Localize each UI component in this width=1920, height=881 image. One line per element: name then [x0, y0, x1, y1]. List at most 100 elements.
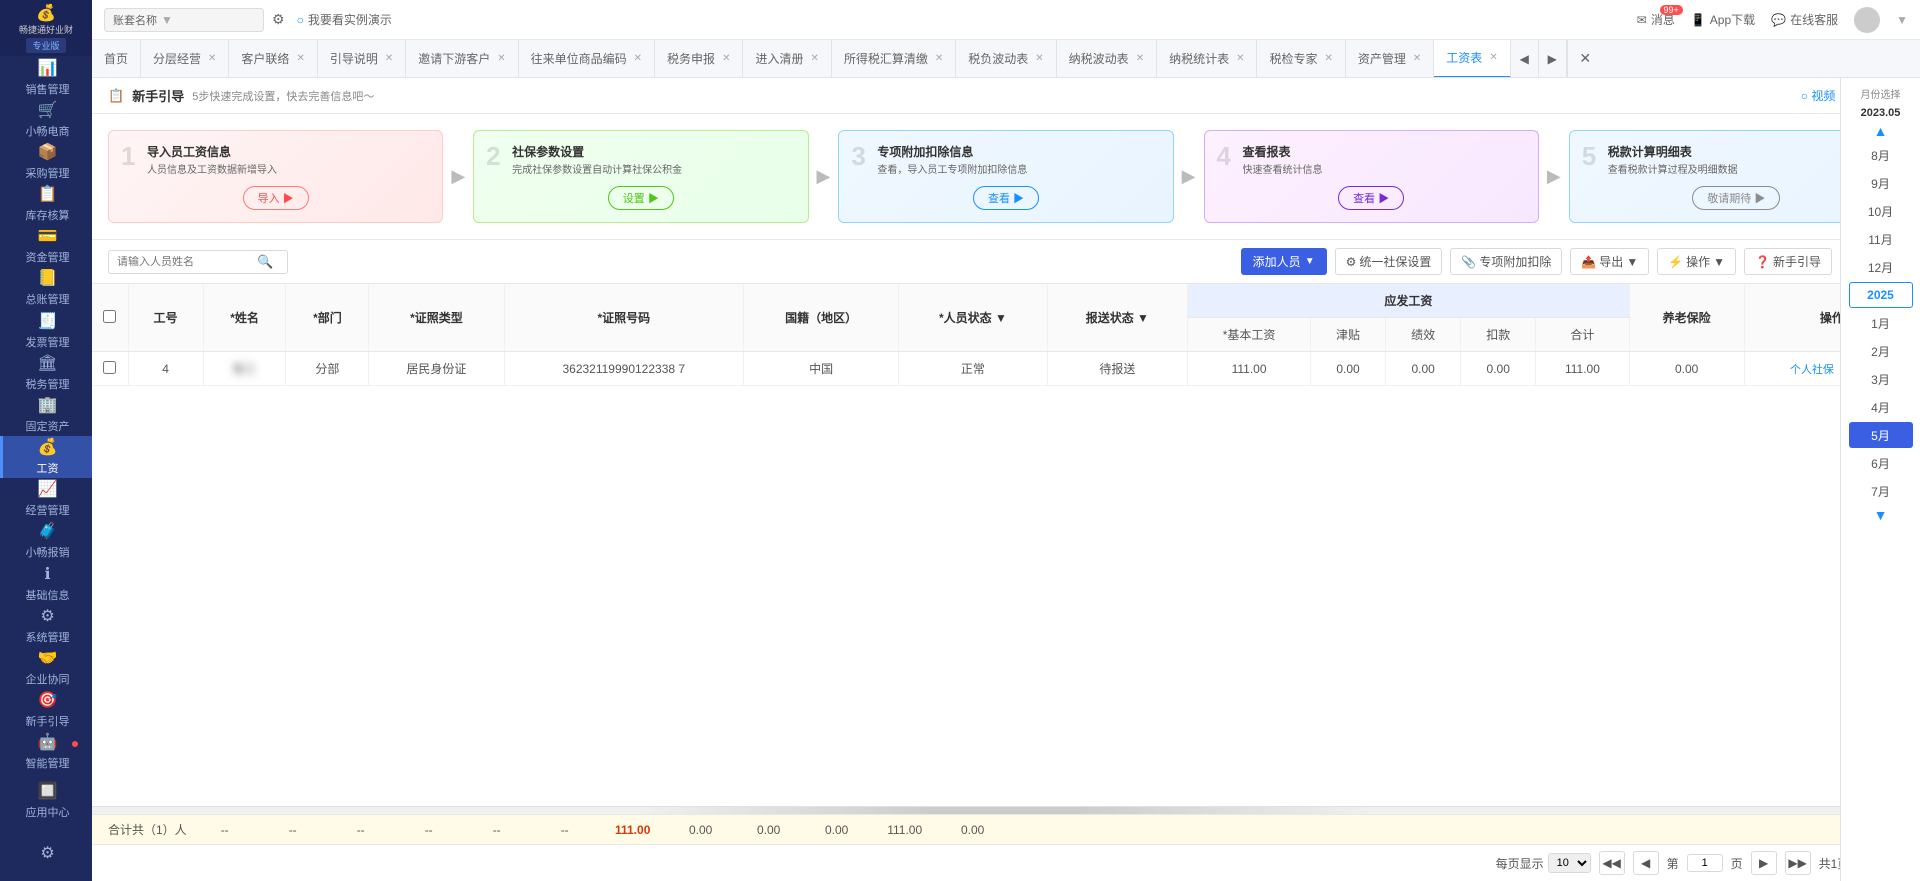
tab-assets-close[interactable]: ✕ — [1413, 53, 1421, 64]
tab-payroll[interactable]: 工资表 ✕ — [1434, 40, 1510, 78]
tab-clearance-close[interactable]: ✕ — [810, 53, 818, 64]
account-selector[interactable]: 账套名称 ▼ — [104, 8, 264, 32]
page-first-btn[interactable]: ◀◀ — [1599, 851, 1625, 875]
tab-clearance[interactable]: 进入清册 ✕ — [743, 40, 831, 78]
month-12[interactable]: 12月 — [1849, 254, 1913, 280]
sidebar-item-settings[interactable]: ⚙ — [0, 827, 92, 881]
tab-tax-burden-close[interactable]: ✕ — [1035, 53, 1043, 64]
tab-home[interactable]: 首页 — [92, 40, 141, 78]
tab-payroll-close[interactable]: ✕ — [1489, 52, 1497, 63]
demo-link[interactable]: ○ 我要看实例演示 — [297, 11, 392, 28]
tab-guide-close[interactable]: ✕ — [385, 53, 393, 64]
tab-tax-report-close[interactable]: ✕ — [722, 53, 730, 64]
col-salary-group-header: 应发工资 — [1188, 284, 1629, 318]
tab-customer-close[interactable]: ✕ — [296, 53, 304, 64]
row-checkbox[interactable] — [103, 361, 116, 374]
message-button[interactable]: ✉ 消息 99+ — [1637, 11, 1675, 28]
select-all-checkbox[interactable] — [103, 310, 116, 323]
search-icon[interactable]: 🔍 — [257, 254, 273, 270]
tab-next-btn[interactable]: ▶ — [1539, 40, 1567, 78]
search-input[interactable] — [117, 256, 257, 268]
action-newguide[interactable]: ❓ 新手引导 — [1744, 248, 1832, 275]
tab-tax-stat[interactable]: 纳税统计表 ✕ — [1157, 40, 1257, 78]
tab-layered-close[interactable]: ✕ — [208, 53, 216, 64]
tab-close-all-btn[interactable]: ✕ — [1567, 40, 1603, 78]
sidebar-item-invoice[interactable]: 🧾 发票管理 — [0, 309, 92, 351]
page-size-select[interactable]: 10 20 50 — [1548, 853, 1591, 873]
tab-invite[interactable]: 邀请下游客户 ✕ — [406, 40, 518, 78]
sidebar-item-purchase[interactable]: 📦 采购管理 — [0, 140, 92, 182]
tab-tax-expert[interactable]: 税检专家 ✕ — [1257, 40, 1345, 78]
action-export[interactable]: 📤 导出 ▼ — [1570, 248, 1649, 275]
step-btn-1[interactable]: 导入 ▶ — [243, 186, 309, 210]
tab-layered[interactable]: 分层经营 ✕ — [141, 40, 229, 78]
month-1[interactable]: 1月 — [1849, 310, 1913, 336]
sidebar-item-system[interactable]: ⚙ 系统管理 — [0, 604, 92, 646]
tab-tax-expert-close[interactable]: ✕ — [1325, 53, 1333, 64]
step-btn-2[interactable]: 设置 ▶ — [608, 186, 674, 210]
topbar-more-icon[interactable]: ▼ — [1896, 13, 1908, 27]
tab-customer[interactable]: 客户联络 ✕ — [229, 40, 317, 78]
year-2025[interactable]: 2025 — [1849, 282, 1913, 308]
topbar-settings-icon[interactable]: ⚙ — [272, 11, 285, 28]
month-6[interactable]: 6月 — [1849, 450, 1913, 476]
tab-tax-wave-close[interactable]: ✕ — [1136, 53, 1144, 64]
month-10[interactable]: 10月 — [1849, 198, 1913, 224]
app-download-button[interactable]: 📱 App下载 — [1691, 11, 1755, 28]
action-operate[interactable]: ⚡ 操作 ▼ — [1657, 248, 1736, 275]
sidebar-item-ecommerce[interactable]: 🛒 小畅电商 — [0, 98, 92, 140]
month-2[interactable]: 2月 — [1849, 338, 1913, 364]
page-next-btn[interactable]: ▶ — [1751, 851, 1777, 875]
add-person-button[interactable]: 添加人员 ▼ — [1241, 248, 1327, 275]
sidebar-item-collab[interactable]: 🤝 企业协同 — [0, 646, 92, 688]
tab-tax-wave[interactable]: 纳税波动表 ✕ — [1057, 40, 1157, 78]
guide-video-link[interactable]: ○ 视频 — [1801, 87, 1836, 104]
sidebar-item-finance[interactable]: 💳 资金管理 — [0, 225, 92, 267]
page-last-btn[interactable]: ▶▶ — [1785, 851, 1811, 875]
sidebar-item-basic[interactable]: ℹ 基础信息 — [0, 562, 92, 604]
month-9[interactable]: 9月 — [1849, 170, 1913, 196]
sidebar-item-operations[interactable]: 📈 经营管理 — [0, 478, 92, 520]
month-11[interactable]: 11月 — [1849, 226, 1913, 252]
tab-income-tax[interactable]: 所得税汇算清缴 ✕ — [832, 40, 956, 78]
online-service-button[interactable]: 💬 在线客服 — [1771, 11, 1838, 28]
sidebar-item-ledger[interactable]: 📒 总账管理 — [0, 267, 92, 309]
row-action-social[interactable]: 个人社保 — [1790, 364, 1834, 376]
sidebar-item-expense[interactable]: 🧳 小畅报销 — [0, 520, 92, 562]
tab-assets[interactable]: 资产管理 ✕ — [1346, 40, 1434, 78]
tab-goods-code-close[interactable]: ✕ — [634, 53, 642, 64]
page-number-input[interactable] — [1687, 854, 1723, 872]
step-btn-3[interactable]: 查看 ▶ — [973, 186, 1039, 210]
tab-guide[interactable]: 引导说明 ✕ — [318, 40, 406, 78]
step-btn-4[interactable]: 查看 ▶ — [1338, 186, 1404, 210]
month-7[interactable]: 7月 — [1849, 478, 1913, 504]
tab-tax-report[interactable]: 税务申报 ✕ — [655, 40, 743, 78]
month-3[interactable]: 3月 — [1849, 366, 1913, 392]
tab-goods-code[interactable]: 往来单位商品编码 ✕ — [519, 40, 655, 78]
page-prev-btn[interactable]: ◀ — [1633, 851, 1659, 875]
step-btn-5[interactable]: 敬请期待 ▶ — [1692, 186, 1780, 210]
sidebar-item-appcenter[interactable]: 🔲 应用中心 — [0, 773, 92, 827]
user-avatar[interactable] — [1854, 7, 1880, 33]
report-filter-icon[interactable]: ▼ — [1137, 311, 1149, 325]
sidebar-item-assets[interactable]: 🏢 固定资产 — [0, 393, 92, 435]
tab-tax-stat-close[interactable]: ✕ — [1236, 53, 1244, 64]
month-panel-down-btn[interactable]: ▼ — [1874, 505, 1888, 525]
status-filter-icon[interactable]: ▼ — [995, 311, 1007, 325]
month-8[interactable]: 8月 — [1849, 142, 1913, 168]
tab-income-tax-close[interactable]: ✕ — [935, 53, 943, 64]
month-4[interactable]: 4月 — [1849, 394, 1913, 420]
action-social-security[interactable]: ⚙ 统一社保设置 — [1335, 248, 1443, 275]
tab-prev-btn[interactable]: ◀ — [1511, 40, 1539, 78]
action-special-deduction[interactable]: 📎 专项附加扣除 — [1450, 248, 1562, 275]
sidebar-item-payroll[interactable]: 💰 工资 — [0, 436, 92, 478]
sidebar-item-ai[interactable]: 🤖 智能管理 — [0, 731, 92, 773]
sidebar-item-tax[interactable]: 🏛 税务管理 — [0, 351, 92, 393]
tab-invite-close[interactable]: ✕ — [497, 53, 505, 64]
sidebar-item-guide[interactable]: 🎯 新手引导 — [0, 689, 92, 731]
month-panel-up-btn[interactable]: ▲ — [1874, 121, 1888, 141]
sidebar-item-sales[interactable]: 📊 销售管理 — [0, 56, 92, 98]
tab-tax-burden[interactable]: 税负波动表 ✕ — [956, 40, 1056, 78]
month-5-active[interactable]: 5月 — [1849, 422, 1913, 448]
sidebar-item-inventory[interactable]: 📋 库存核算 — [0, 183, 92, 225]
